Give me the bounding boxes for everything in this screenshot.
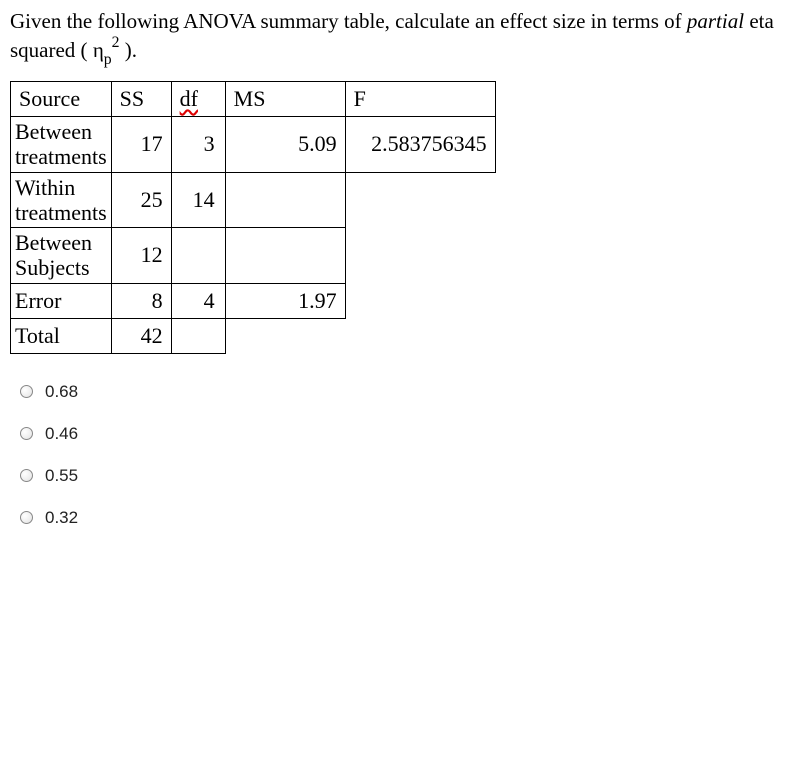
option-label: 0.32	[45, 508, 78, 528]
cell-ss: 8	[111, 283, 171, 318]
option-d[interactable]: 0.32	[10, 508, 783, 528]
label-line: Between	[15, 230, 92, 255]
cell-ms-empty	[225, 172, 345, 228]
header-ms: MS	[225, 81, 345, 116]
option-a[interactable]: 0.68	[10, 382, 783, 402]
header-df: df	[171, 81, 225, 116]
cell-between-treatments-label: Between treatments	[11, 116, 112, 172]
cell-empty	[345, 283, 495, 318]
header-f: F	[345, 81, 495, 116]
eta-letter: η	[93, 38, 104, 62]
cell-error-label: Error	[11, 283, 112, 318]
option-label: 0.46	[45, 424, 78, 444]
eta-squared-symbol: ηp2	[93, 38, 120, 62]
option-label: 0.55	[45, 466, 78, 486]
cell-ss: 42	[111, 318, 171, 353]
cell-df: 4	[171, 283, 225, 318]
cell-empty	[345, 318, 495, 353]
cell-f: 2.583756345	[345, 116, 495, 172]
cell-total-label: Total	[11, 318, 112, 353]
table-row: Error 8 4 1.97	[11, 283, 496, 318]
table-row: Within treatments 25 14	[11, 172, 496, 228]
label-line: Within	[15, 175, 75, 200]
eta-subscript: p	[104, 51, 112, 68]
radio-icon[interactable]	[20, 427, 33, 440]
header-df-text: df	[180, 86, 198, 111]
table-row: Between treatments 17 3 5.09 2.583756345	[11, 116, 496, 172]
table-row: Between Subjects 12	[11, 228, 496, 284]
cell-ss: 17	[111, 116, 171, 172]
cell-df: 14	[171, 172, 225, 228]
option-b[interactable]: 0.46	[10, 424, 783, 444]
question-text: Given the following ANOVA summary table,…	[10, 8, 783, 69]
anova-table: Source SS df MS F Between treatments 17 …	[10, 81, 496, 354]
cell-ms-empty	[225, 228, 345, 284]
question-partial: partial	[687, 9, 744, 33]
eta-superscript: 2	[112, 34, 120, 51]
question-prefix: Given the following ANOVA summary table,…	[10, 9, 687, 33]
cell-empty	[345, 172, 495, 228]
header-source: Source	[11, 81, 112, 116]
table-row: Total 42	[11, 318, 496, 353]
option-label: 0.68	[45, 382, 78, 402]
label-line: treatments	[15, 144, 107, 169]
label-line: Subjects	[15, 255, 90, 280]
cell-df-empty	[171, 228, 225, 284]
label-line: treatments	[15, 200, 107, 225]
header-ss: SS	[111, 81, 171, 116]
radio-icon[interactable]	[20, 385, 33, 398]
label-line: Between	[15, 119, 92, 144]
option-c[interactable]: 0.55	[10, 466, 783, 486]
cell-empty	[345, 228, 495, 284]
cell-ms: 5.09	[225, 116, 345, 172]
cell-df-empty	[171, 318, 225, 353]
question-close: ).	[120, 38, 138, 62]
table-header-row: Source SS df MS F	[11, 81, 496, 116]
cell-within-treatments-label: Within treatments	[11, 172, 112, 228]
cell-ss: 12	[111, 228, 171, 284]
cell-between-subjects-label: Between Subjects	[11, 228, 112, 284]
radio-icon[interactable]	[20, 511, 33, 524]
answer-options: 0.68 0.46 0.55 0.32	[10, 382, 783, 528]
radio-icon[interactable]	[20, 469, 33, 482]
cell-ss: 25	[111, 172, 171, 228]
cell-empty	[225, 318, 345, 353]
cell-df: 3	[171, 116, 225, 172]
cell-ms: 1.97	[225, 283, 345, 318]
